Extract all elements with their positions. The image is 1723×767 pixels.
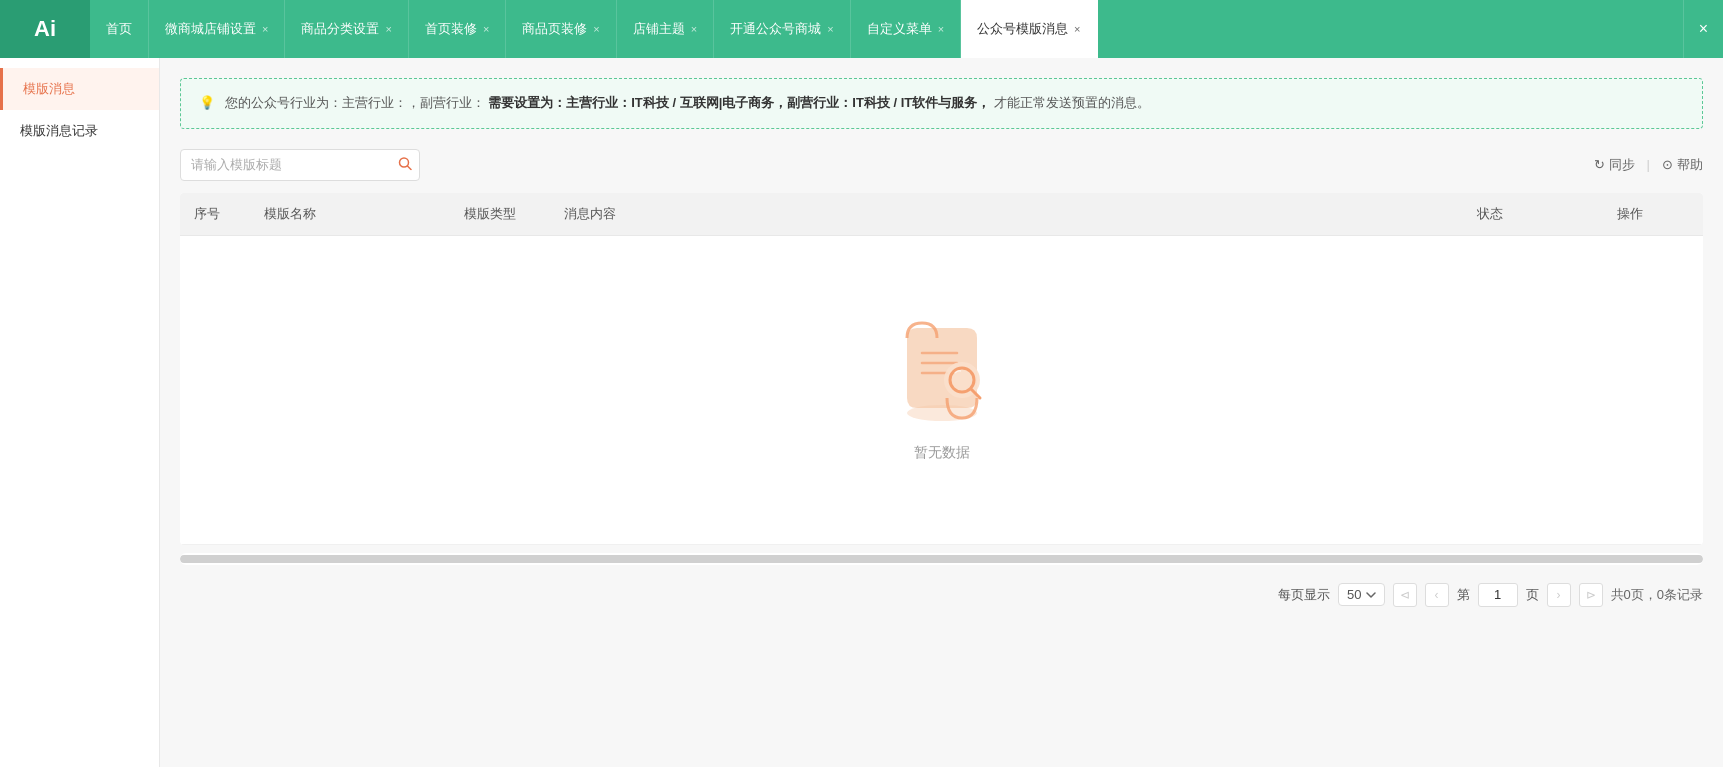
nav-tab-product-decoration[interactable]: 商品页装修 × bbox=[506, 0, 616, 58]
page-input[interactable] bbox=[1478, 583, 1518, 607]
first-page-button[interactable]: ⊲ bbox=[1393, 583, 1417, 607]
top-nav: Ai 首页 微商城店铺设置 × 商品分类设置 × 首页装修 × 商品页装修 × … bbox=[0, 0, 1723, 58]
empty-state: 暂无数据 bbox=[194, 248, 1689, 532]
main-layout: 模版消息 模版消息记录 💡 您的公众号行业为：主营行业：，副营行业： 需要设置为… bbox=[0, 58, 1723, 767]
nav-tab-homepage-decoration[interactable]: 首页装修 × bbox=[409, 0, 506, 58]
page-size-select[interactable]: 50 bbox=[1338, 583, 1384, 606]
notice-box: 💡 您的公众号行业为：主营行业：，副营行业： 需要设置为：主营行业：IT科技 /… bbox=[180, 78, 1703, 129]
search-input-wrap bbox=[180, 149, 420, 181]
app-logo: Ai bbox=[0, 0, 90, 58]
empty-text: 暂无数据 bbox=[214, 444, 1669, 462]
nav-tab-custom-menu[interactable]: 自定义菜单 × bbox=[851, 0, 961, 58]
table-header-status: 状态 bbox=[1463, 193, 1603, 236]
search-actions: ↻ 同步 | ⊙ 帮助 bbox=[1594, 156, 1703, 174]
table-header-action: 操作 bbox=[1603, 193, 1703, 236]
search-bar: ↻ 同步 | ⊙ 帮助 bbox=[180, 149, 1703, 181]
close-icon[interactable]: × bbox=[385, 23, 391, 35]
svg-line-1 bbox=[408, 166, 412, 170]
close-icon[interactable]: × bbox=[483, 23, 489, 35]
data-table: 序号 模版名称 模版类型 消息内容 状态 操作 bbox=[180, 193, 1703, 545]
table-header-seq: 序号 bbox=[180, 193, 250, 236]
table-header-name: 模版名称 bbox=[250, 193, 450, 236]
sync-icon: ↻ bbox=[1594, 157, 1605, 172]
close-all-button[interactable]: × bbox=[1683, 0, 1723, 58]
close-icon[interactable]: × bbox=[691, 23, 697, 35]
close-icon[interactable]: × bbox=[827, 23, 833, 35]
sync-button[interactable]: ↻ 同步 bbox=[1594, 156, 1635, 174]
nav-tab-open-mall[interactable]: 开通公众号商城 × bbox=[714, 0, 850, 58]
nav-tab-template-msg[interactable]: 公众号模版消息 × bbox=[961, 0, 1097, 58]
close-icon[interactable]: × bbox=[593, 23, 599, 35]
divider: | bbox=[1647, 157, 1650, 172]
total-text: 共0页，0条记录 bbox=[1611, 586, 1703, 604]
sidebar: 模版消息 模版消息记录 bbox=[0, 58, 160, 767]
close-icon[interactable]: × bbox=[938, 23, 944, 35]
search-input[interactable] bbox=[180, 149, 420, 181]
help-button[interactable]: ⊙ 帮助 bbox=[1662, 156, 1703, 174]
nav-tab-category-settings[interactable]: 商品分类设置 × bbox=[285, 0, 408, 58]
close-icon[interactable]: × bbox=[1074, 23, 1080, 35]
close-icon[interactable]: × bbox=[262, 23, 268, 35]
help-icon: ⊙ bbox=[1662, 157, 1673, 172]
content-area: 💡 您的公众号行业为：主营行业：，副营行业： 需要设置为：主营行业：IT科技 /… bbox=[160, 58, 1723, 767]
per-page-label: 每页显示 bbox=[1278, 586, 1330, 604]
table-header-content: 消息内容 bbox=[550, 193, 1463, 236]
table-header-type: 模版类型 bbox=[450, 193, 550, 236]
pagination: 每页显示 50 ⊲ ‹ 第 页 › ⊳ 共0页，0条记录 bbox=[180, 573, 1703, 617]
nav-tab-shop-settings[interactable]: 微商城店铺设置 × bbox=[149, 0, 285, 58]
empty-state-cell: 暂无数据 bbox=[180, 235, 1703, 544]
nav-tab-home[interactable]: 首页 bbox=[90, 0, 149, 58]
nav-tabs: 首页 微商城店铺设置 × 商品分类设置 × 首页装修 × 商品页装修 × 店铺主… bbox=[90, 0, 1683, 58]
chevron-down-icon bbox=[1366, 592, 1376, 598]
nav-tab-shop-theme[interactable]: 店铺主题 × bbox=[617, 0, 714, 58]
bulb-icon: 💡 bbox=[199, 95, 215, 110]
next-page-button[interactable]: › bbox=[1547, 583, 1571, 607]
horizontal-scrollbar[interactable] bbox=[180, 553, 1703, 565]
page-label: 页 bbox=[1526, 586, 1539, 604]
page-prefix: 第 bbox=[1457, 586, 1470, 604]
empty-illustration bbox=[214, 308, 1669, 428]
sidebar-item-template-msg[interactable]: 模版消息 bbox=[0, 68, 159, 110]
sidebar-item-template-msg-log[interactable]: 模版消息记录 bbox=[0, 110, 159, 152]
scrollbar-track bbox=[180, 555, 1703, 563]
search-button[interactable] bbox=[398, 156, 412, 173]
last-page-button[interactable]: ⊳ bbox=[1579, 583, 1603, 607]
prev-page-button[interactable]: ‹ bbox=[1425, 583, 1449, 607]
